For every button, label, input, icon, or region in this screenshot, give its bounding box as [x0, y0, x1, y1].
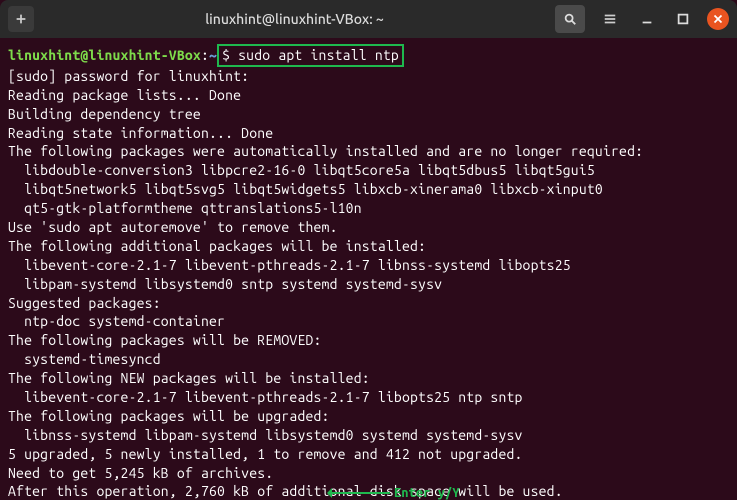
command-highlight-box: $ sudo apt install ntp — [217, 44, 404, 67]
maximize-button[interactable] — [671, 7, 695, 31]
output-line: libevent-core-2.1-7 libevent-pthreads-2.… — [8, 389, 523, 405]
output-line: Reading package lists... Done — [8, 87, 241, 103]
output-line: Reading state information... Done — [8, 125, 273, 141]
search-icon — [563, 12, 577, 26]
output-line: libevent-core-2.1-7 libevent-pthreads-2.… — [8, 257, 571, 273]
arrow-icon — [330, 492, 390, 494]
output-line: libqt5network5 libqt5svg5 libqt5widgets5… — [8, 181, 603, 197]
output-line: The following packages will be REMOVED: — [8, 332, 322, 348]
annotation-text: Enter y/Y — [394, 486, 460, 500]
output-line: libnss-systemd libpam-systemd libsystemd… — [8, 427, 523, 443]
new-tab-button[interactable] — [8, 6, 34, 32]
terminal-output[interactable]: linuxhint@linuxhint-VBox:~ $ sudo apt ins… — [0, 38, 737, 500]
output-line: The following NEW packages will be insta… — [8, 370, 370, 386]
command-text: $ sudo apt install ntp — [222, 47, 399, 63]
search-button[interactable] — [555, 5, 585, 33]
minimize-icon — [640, 12, 654, 26]
output-line: The following packages were automaticall… — [8, 143, 643, 159]
close-icon — [711, 12, 725, 26]
output-line: Suggested packages: — [8, 295, 161, 311]
output-line: After this operation, 2,760 kB of additi… — [8, 483, 563, 499]
prompt-separator: : — [201, 47, 209, 63]
titlebar: linuxhint@linuxhint-VBox: ~ — [0, 0, 737, 38]
output-line: ntp-doc systemd-container — [8, 313, 225, 329]
prompt-user-host: linuxhint@linuxhint-VBox — [8, 47, 201, 63]
window-title: linuxhint@linuxhint-VBox: ~ — [40, 11, 549, 27]
minimize-button[interactable] — [635, 7, 659, 31]
close-button[interactable] — [707, 8, 729, 30]
hamburger-icon — [603, 12, 617, 26]
plus-icon — [14, 12, 28, 26]
prompt-path: ~ — [209, 47, 217, 63]
output-line: The following packages will be upgraded: — [8, 408, 330, 424]
output-line: Use 'sudo apt autoremove' to remove them… — [8, 219, 338, 235]
annotation-label: Enter y/Y — [330, 486, 460, 500]
output-line: [sudo] password for linuxhint: — [8, 68, 249, 84]
hamburger-menu-button[interactable] — [597, 12, 623, 26]
output-line: libdouble-conversion3 libpcre2-16-0 libq… — [8, 162, 595, 178]
output-line: libpam-systemd libsystemd0 sntp systemd … — [8, 276, 442, 292]
output-line: 5 upgraded, 5 newly installed, 1 to remo… — [8, 446, 523, 462]
output-line: Need to get 5,245 kB of archives. — [8, 465, 273, 481]
output-line: qt5-gtk-platformtheme qttranslations5-l1… — [8, 200, 362, 216]
maximize-icon — [676, 12, 690, 26]
output-line: systemd-timesyncd — [8, 351, 161, 367]
output-line: The following additional packages will b… — [8, 238, 426, 254]
output-line: Building dependency tree — [8, 106, 201, 122]
